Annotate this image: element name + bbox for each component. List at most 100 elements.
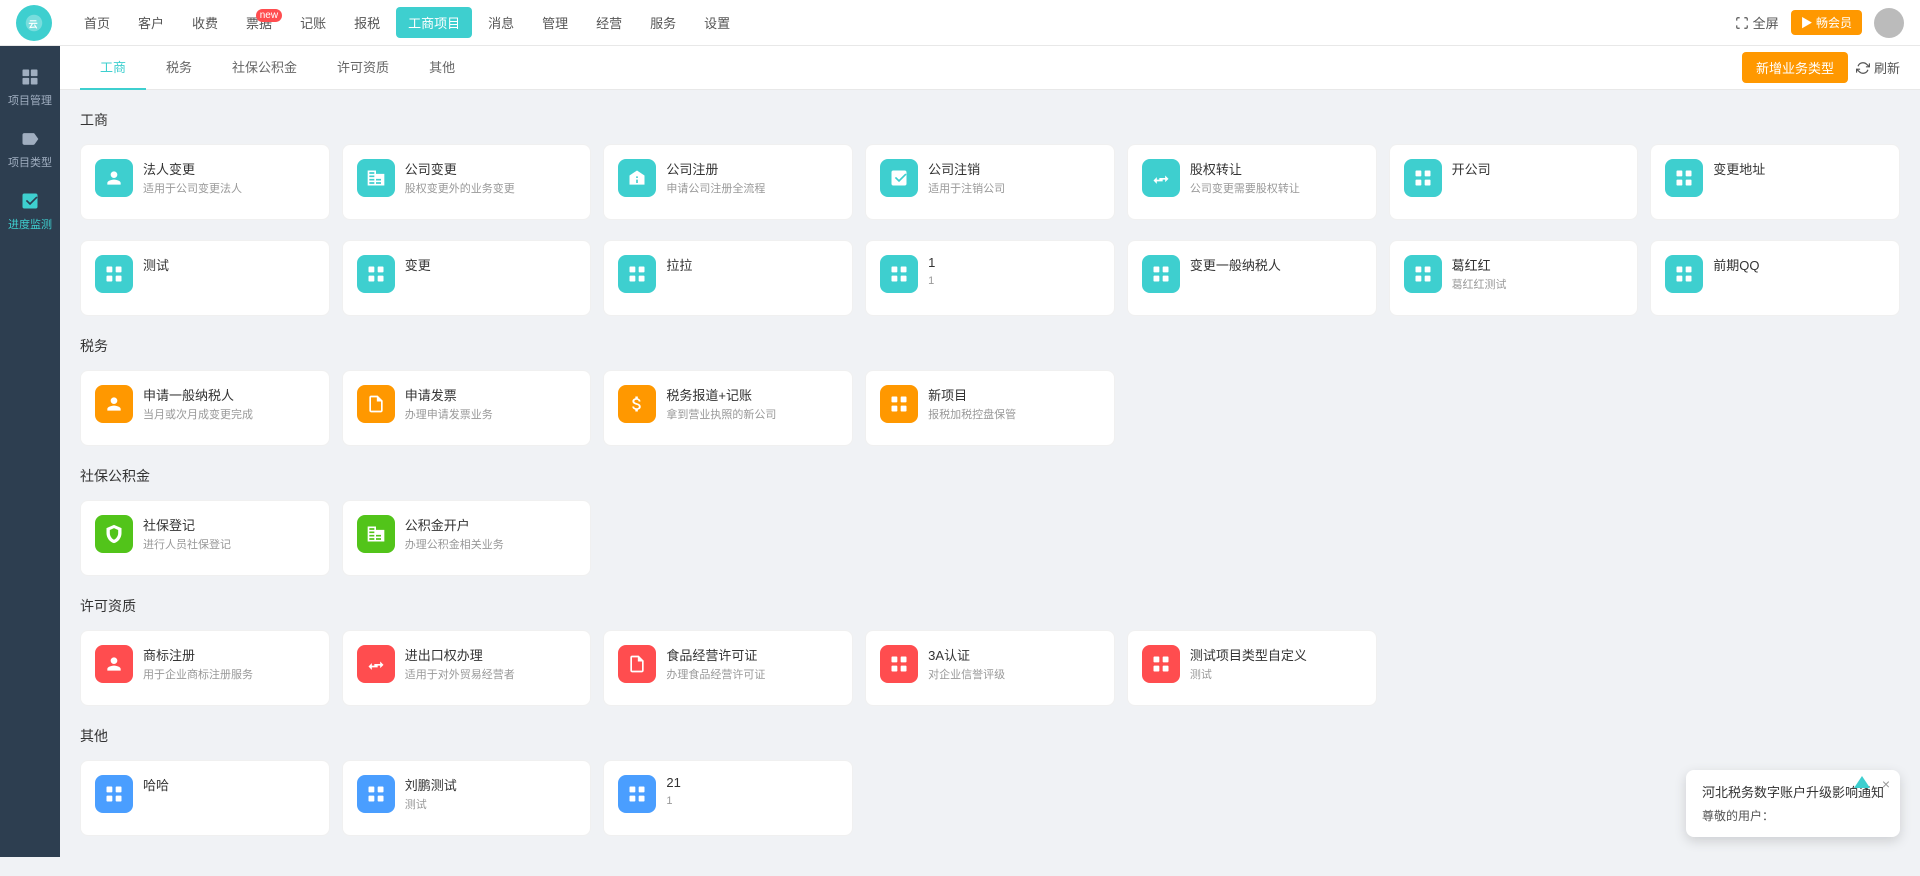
- card-haha[interactable]: 哈哈: [80, 760, 330, 836]
- card-title-apply-invoice: 申请发票: [405, 385, 577, 404]
- card-test[interactable]: 测试: [80, 240, 330, 316]
- card-desc-social-register: 进行人员社保登记: [143, 538, 315, 553]
- nav-message[interactable]: 消息: [476, 7, 526, 38]
- tab-license[interactable]: 许可资质: [317, 45, 409, 90]
- card-title-apply-taxpayer: 申请一般纳税人: [143, 385, 315, 404]
- notification-popup: × 河北税务数字账户升级影响通知 尊敬的用户：: [1686, 770, 1900, 837]
- card-info-fund-open: 公积金开户 办理公积金相关业务: [405, 515, 577, 553]
- section-title-social: 社保公积金: [80, 466, 1900, 486]
- card-new-project[interactable]: 新项目 报税加税控盘保管: [865, 370, 1115, 446]
- nav-home[interactable]: 首页: [72, 7, 122, 38]
- card-desc-guhonghong: 葛红红测试: [1452, 278, 1624, 293]
- sidebar-label-project-manage: 项目管理: [8, 92, 52, 108]
- card-twenty-one[interactable]: 21 1: [603, 760, 853, 836]
- card-info-legal-change: 法人变更 适用于公司变更法人: [143, 159, 315, 197]
- card-icon-legal-change: [95, 159, 133, 197]
- card-fund-open[interactable]: 公积金开户 办理公积金相关业务: [342, 500, 592, 576]
- nav-right: 全屏 ▶ 畅会员: [1735, 8, 1904, 38]
- nav-manage[interactable]: 管理: [530, 7, 580, 38]
- sidebar-item-project-type[interactable]: 项目类型: [0, 118, 60, 180]
- notification-close-button[interactable]: ×: [1882, 776, 1890, 792]
- nav-tax[interactable]: 报税: [342, 7, 392, 38]
- section-social: 社保公积金 社保登记 进行人员社保登记 公积金开户: [80, 466, 1900, 576]
- nav-billing[interactable]: 收费: [180, 7, 230, 38]
- card-info-company-register: 公司注册 申请公司注册全流程: [666, 159, 838, 197]
- nav-service[interactable]: 服务: [638, 7, 688, 38]
- card-icon-open-company: [1404, 159, 1442, 197]
- card-apply-taxpayer[interactable]: 申请一般纳税人 当月或次月成变更完成: [80, 370, 330, 446]
- cards-grid-social: 社保登记 进行人员社保登记 公积金开户 办理公积金相关业务: [80, 500, 1900, 576]
- tab-tax[interactable]: 税务: [146, 45, 212, 90]
- nav-accounting[interactable]: 记账: [288, 7, 338, 38]
- card-3a-cert[interactable]: 3A认证 对企业信誉评级: [865, 630, 1115, 706]
- card-change[interactable]: 变更: [342, 240, 592, 316]
- card-legal-change[interactable]: 法人变更 适用于公司变更法人: [80, 144, 330, 220]
- card-apply-invoice[interactable]: 申请发票 办理申请发票业务: [342, 370, 592, 446]
- section-tax: 税务 申请一般纳税人 当月或次月成变更完成 申请发票: [80, 336, 1900, 446]
- card-title-one: 1: [928, 255, 1100, 270]
- card-change-taxpayer[interactable]: 变更一般纳税人: [1127, 240, 1377, 316]
- card-company-change[interactable]: 公司变更 股权变更外的业务变更: [342, 144, 592, 220]
- card-icon-one: [880, 255, 918, 293]
- card-title-change-taxpayer: 变更一般纳税人: [1190, 255, 1362, 274]
- vip-button[interactable]: ▶ 畅会员: [1791, 10, 1862, 35]
- card-info-guhonghong: 葛红红 葛红红测试: [1452, 255, 1624, 293]
- tab-social-fund[interactable]: 社保公积金: [212, 45, 317, 90]
- card-lala[interactable]: 拉拉: [603, 240, 853, 316]
- card-desc-food-license: 办理食品经营许可证: [666, 668, 838, 683]
- card-equity-transfer[interactable]: 股权转让 公司变更需要股权转让: [1127, 144, 1377, 220]
- nav-settings[interactable]: 设置: [692, 7, 742, 38]
- card-open-company[interactable]: 开公司: [1389, 144, 1639, 220]
- grid-icon: [19, 66, 41, 88]
- card-import-export[interactable]: 进出口权办理 适用于对外贸易经营者: [342, 630, 592, 706]
- card-change-address[interactable]: 变更地址: [1650, 144, 1900, 220]
- card-title-change-address: 变更地址: [1713, 159, 1885, 178]
- cards-grid-industry2: 测试 变更: [80, 240, 1900, 316]
- sidebar-item-project-manage[interactable]: 项目管理: [0, 56, 60, 118]
- card-info-change-address: 变更地址: [1713, 159, 1885, 182]
- user-avatar[interactable]: [1874, 8, 1904, 38]
- card-info-haha: 哈哈: [143, 775, 315, 798]
- card-info-tax-report: 税务报道+记账 拿到营业执照的新公司: [666, 385, 838, 423]
- card-icon-liupeng-test: [357, 775, 395, 813]
- card-food-license[interactable]: 食品经营许可证 办理食品经营许可证: [603, 630, 853, 706]
- nav-industry[interactable]: 工商项目: [396, 7, 472, 38]
- card-icon-guhonghong: [1404, 255, 1442, 293]
- card-test-type[interactable]: 测试项目类型自定义 测试: [1127, 630, 1377, 706]
- card-company-cancel[interactable]: 公司注销 适用于注销公司: [865, 144, 1115, 220]
- card-company-register[interactable]: 公司注册 申请公司注册全流程: [603, 144, 853, 220]
- card-icon-3a-cert: [880, 645, 918, 683]
- card-info-change-taxpayer: 变更一般纳税人: [1190, 255, 1362, 278]
- tab-other[interactable]: 其他: [409, 45, 475, 90]
- new-type-button[interactable]: 新增业务类型: [1742, 52, 1848, 83]
- card-desc-new-project: 报税加税控盘保管: [928, 408, 1100, 423]
- nav-operation[interactable]: 经营: [584, 7, 634, 38]
- fullscreen-btn[interactable]: 全屏: [1735, 13, 1779, 32]
- nav-tickets[interactable]: 票据 new: [234, 7, 284, 38]
- sidebar-item-progress-monitor[interactable]: 进度监测: [0, 180, 60, 242]
- card-liupeng-test[interactable]: 刘鹏测试 测试: [342, 760, 592, 836]
- tag-icon: [19, 128, 41, 150]
- card-front-qq[interactable]: 前期QQ: [1650, 240, 1900, 316]
- card-info-twenty-one: 21 1: [666, 775, 838, 809]
- card-title-test-type: 测试项目类型自定义: [1190, 645, 1362, 664]
- card-tax-report[interactable]: 税务报道+记账 拿到营业执照的新公司: [603, 370, 853, 446]
- card-desc-legal-change: 适用于公司变更法人: [143, 182, 315, 197]
- card-desc-apply-invoice: 办理申请发票业务: [405, 408, 577, 423]
- card-desc-liupeng-test: 测试: [405, 798, 577, 813]
- refresh-button[interactable]: 刷新: [1856, 58, 1900, 77]
- card-social-register[interactable]: 社保登记 进行人员社保登记: [80, 500, 330, 576]
- card-title-3a-cert: 3A认证: [928, 645, 1100, 664]
- card-icon-apply-invoice: [357, 385, 395, 423]
- app-logo[interactable]: 云: [16, 5, 52, 41]
- card-info-equity-transfer: 股权转让 公司变更需要股权转让: [1190, 159, 1362, 197]
- nav-customer[interactable]: 客户: [126, 7, 176, 38]
- card-info-front-qq: 前期QQ: [1713, 255, 1885, 278]
- tab-industry[interactable]: 工商: [80, 45, 146, 90]
- card-guhonghong[interactable]: 葛红红 葛红红测试: [1389, 240, 1639, 316]
- chart-icon: [19, 190, 41, 212]
- card-icon-company-cancel: [880, 159, 918, 197]
- card-trademark[interactable]: 商标注册 用于企业商标注册服务: [80, 630, 330, 706]
- card-one[interactable]: 1 1: [865, 240, 1115, 316]
- main-content: 工商 税务 社保公积金 许可资质 其他 新增业务类型 刷新 工商: [60, 46, 1920, 876]
